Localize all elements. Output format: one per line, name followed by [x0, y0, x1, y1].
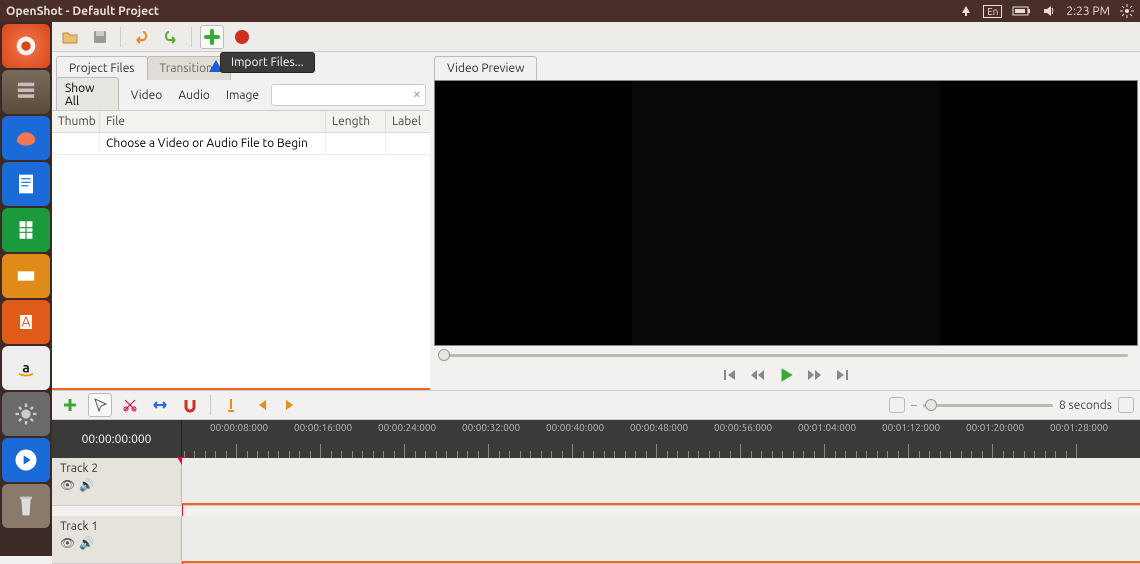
- ruler-tick: 00:00:56:000: [714, 422, 772, 433]
- placeholder-text: Choose a Video or Audio File to Begin: [100, 133, 326, 154]
- ruler-tick: 00:01:20:000: [966, 422, 1024, 433]
- redo-button[interactable]: [159, 25, 183, 49]
- open-project-button[interactable]: [58, 25, 82, 49]
- col-label[interactable]: Label: [386, 111, 430, 132]
- preview-controls: [434, 362, 1138, 388]
- system-menubar: OpenShot - Default Project En 2:23 PM: [0, 0, 1140, 22]
- timeline: 00:00:00:000 00:00:08:00000:00:16:00000:…: [52, 420, 1140, 564]
- track-name: Track 2: [60, 462, 173, 475]
- import-files-button[interactable]: [200, 25, 224, 49]
- preview-panel: Video Preview: [430, 52, 1140, 390]
- track-header[interactable]: Track 2 👁 🔊: [52, 458, 182, 505]
- network-icon[interactable]: [959, 4, 973, 18]
- col-thumb[interactable]: Thumb: [52, 111, 100, 132]
- eye-icon[interactable]: 👁: [60, 536, 75, 550]
- zoom-out-icon[interactable]: –: [911, 399, 917, 412]
- col-length[interactable]: Length: [326, 111, 386, 132]
- resize-tool-button[interactable]: [148, 393, 172, 417]
- filter-bar: Show All Video Audio Image ✕: [52, 80, 430, 110]
- center-playhead-button[interactable]: [889, 397, 905, 413]
- launcher-files[interactable]: [2, 70, 50, 114]
- ruler-tick: 00:00:32:000: [462, 422, 520, 433]
- filter-image[interactable]: Image: [222, 87, 263, 104]
- file-list-placeholder-row: Choose a Video or Audio File to Begin: [52, 133, 430, 155]
- ruler-tick: 00:00:08:000: [210, 422, 268, 433]
- project-files-panel: Project Files Transitions Effects Show A…: [52, 52, 430, 390]
- ruler-tick: 00:00:24:000: [378, 422, 436, 433]
- rewind-icon[interactable]: [749, 367, 765, 383]
- speaker-icon[interactable]: 🔊: [79, 478, 94, 492]
- openshot-app: Import Files... Project Files Transition…: [52, 22, 1140, 556]
- select-tool-button[interactable]: [88, 393, 112, 417]
- save-project-button[interactable]: [88, 25, 112, 49]
- main-toolbar: [52, 22, 1140, 52]
- clock[interactable]: 2:23 PM: [1066, 5, 1110, 18]
- file-list: Thumb File Length Label Choose a Video o…: [52, 110, 430, 388]
- timeline-ruler[interactable]: 00:00:08:000 00:00:16:000 00:00:24:000 00:0…: [182, 420, 1140, 458]
- ruler-tick: 00:00:40:000: [546, 422, 604, 433]
- zoom-slider[interactable]: [923, 404, 1053, 407]
- svg-text:A: A: [21, 314, 30, 330]
- filter-video[interactable]: Video: [127, 87, 167, 104]
- launcher-amazon[interactable]: a: [2, 346, 50, 390]
- launcher-calc[interactable]: [2, 208, 50, 252]
- timeline-track: Track 2 👁 🔊: [52, 458, 1140, 506]
- ruler-tick: 00:01:28:000: [1050, 422, 1108, 433]
- zoom-in-button[interactable]: [1118, 397, 1134, 413]
- ruler-tick: 00:01:04:000: [798, 422, 856, 433]
- battery-icon[interactable]: [1012, 5, 1032, 17]
- file-list-header: Thumb File Length Label: [52, 111, 430, 133]
- launcher-impress[interactable]: [2, 254, 50, 298]
- jump-end-icon[interactable]: [835, 367, 851, 383]
- export-button[interactable]: [230, 25, 254, 49]
- import-tooltip: Import Files...: [220, 52, 315, 73]
- launcher-firefox[interactable]: [2, 116, 50, 160]
- jump-start-icon[interactable]: [721, 367, 737, 383]
- svg-text:a: a: [22, 360, 30, 376]
- marker-prev-button[interactable]: [249, 393, 273, 417]
- col-file[interactable]: File: [100, 111, 326, 132]
- volume-icon[interactable]: [1042, 4, 1056, 18]
- eye-icon[interactable]: 👁: [60, 478, 75, 492]
- ruler-tick: 00:00:16:000: [294, 422, 352, 433]
- launcher-settings[interactable]: [2, 392, 50, 436]
- undo-button[interactable]: [129, 25, 153, 49]
- forward-icon[interactable]: [807, 367, 823, 383]
- video-preview-area[interactable]: [434, 80, 1138, 346]
- launcher-trash[interactable]: [2, 484, 50, 528]
- track-lane[interactable]: [182, 458, 1140, 505]
- timeline-toolbar: – 8 seconds: [52, 390, 1140, 420]
- track-name: Track 1: [60, 520, 173, 533]
- ruler-tick: 00:00:48:000: [630, 422, 688, 433]
- keyboard-indicator[interactable]: En: [983, 5, 1002, 18]
- preview-scrubber[interactable]: [434, 348, 1138, 362]
- marker-add-button[interactable]: [219, 393, 243, 417]
- launcher-dash[interactable]: [2, 24, 50, 68]
- launcher-media[interactable]: [2, 438, 50, 482]
- window-title: OpenShot - Default Project: [6, 5, 959, 18]
- ruler-tick: 00:01:12:000: [882, 422, 940, 433]
- timecode-display: 00:00:00:000: [52, 420, 182, 458]
- add-track-button[interactable]: [58, 393, 82, 417]
- search-input[interactable]: ✕: [271, 84, 426, 106]
- razor-tool-button[interactable]: [118, 393, 142, 417]
- zoom-label: 8 seconds: [1059, 399, 1112, 412]
- clear-search-icon[interactable]: ✕: [413, 89, 421, 101]
- snap-tool-button[interactable]: [178, 393, 202, 417]
- play-icon[interactable]: [777, 366, 795, 384]
- gear-icon[interactable]: [1120, 4, 1134, 18]
- timeline-track: Track 1 👁 🔊: [52, 516, 1140, 564]
- marker-next-button[interactable]: [279, 393, 303, 417]
- speaker-icon[interactable]: 🔊: [79, 536, 94, 550]
- filter-show-all-button[interactable]: Show All: [56, 77, 119, 113]
- unity-launcher: A a: [0, 22, 52, 556]
- tab-video-preview[interactable]: Video Preview: [434, 56, 537, 80]
- launcher-writer[interactable]: [2, 162, 50, 206]
- launcher-software[interactable]: A: [2, 300, 50, 344]
